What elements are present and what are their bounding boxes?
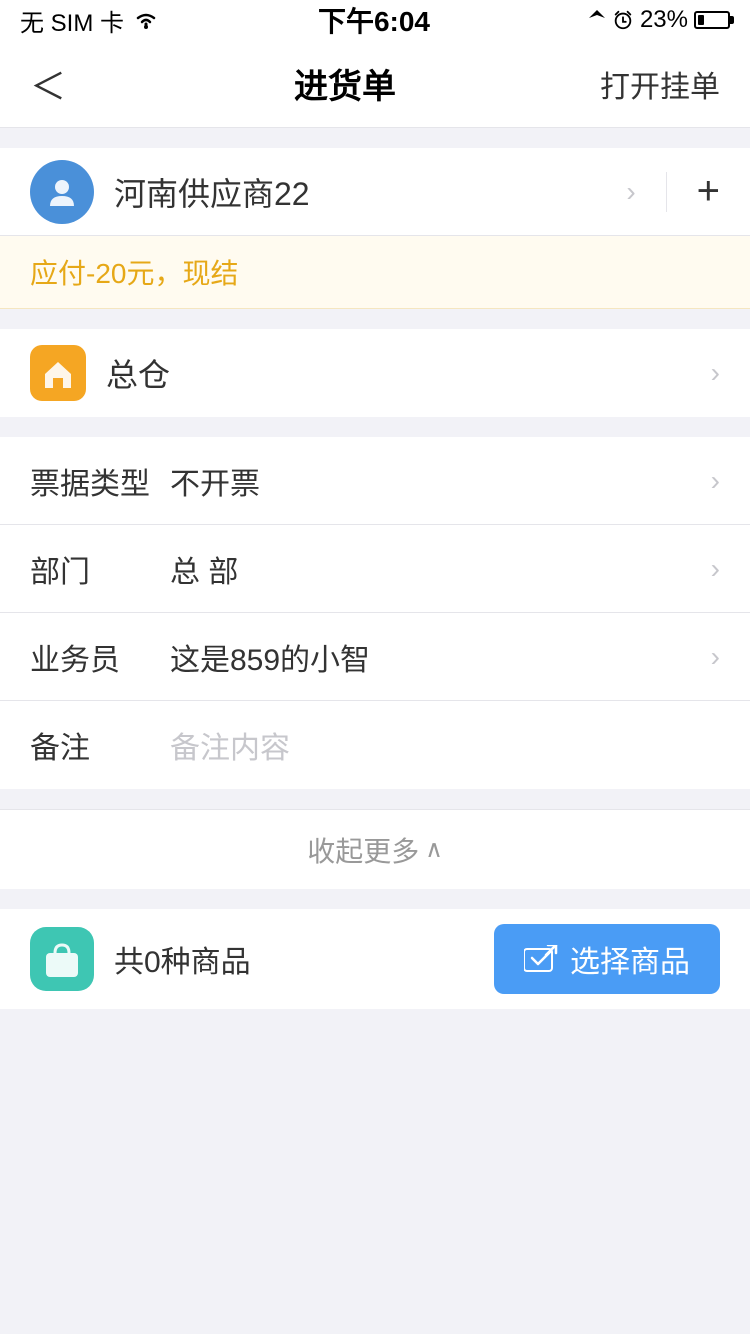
bottom-bar: 共0种商品 选择商品: [0, 909, 750, 1009]
warehouse-row[interactable]: 总仓 ›: [0, 329, 750, 417]
back-button[interactable]: ＜: [30, 58, 90, 110]
add-supplier-button[interactable]: +: [697, 169, 720, 214]
salesperson-row[interactable]: 业务员 这是859的小智 ›: [0, 613, 750, 701]
status-bar-right: 23%: [588, 6, 730, 34]
select-product-icon: [524, 945, 560, 973]
sim-label: 无 SIM 卡: [20, 3, 124, 38]
invoice-type-label: 票据类型: [30, 459, 170, 503]
status-bar-left: 无 SIM 卡: [20, 3, 160, 38]
department-value: 总 部: [170, 547, 711, 591]
notice-text: 应付-20元，现结: [30, 258, 238, 289]
person-icon: [46, 176, 78, 208]
invoice-type-row[interactable]: 票据类型 不开票 ›: [0, 437, 750, 525]
invoice-chevron-icon: ›: [711, 465, 720, 497]
select-product-label: 选择商品: [570, 937, 690, 981]
status-bar: 无 SIM 卡 下午6:04 23%: [0, 0, 750, 40]
alarm-icon: [612, 9, 634, 31]
product-count: 共0种商品: [114, 937, 494, 981]
supplier-chevron-icon: ›: [626, 176, 635, 208]
form-section: 票据类型 不开票 › 部门 总 部 › 业务员 这是859的小智 › 备注 备注…: [0, 437, 750, 789]
shopping-bag-icon: [42, 939, 82, 979]
warehouse-name: 总仓: [106, 350, 711, 396]
supplier-name: 河南供应商22: [114, 169, 626, 215]
remark-value: 备注内容: [170, 723, 720, 767]
battery-percent: 23%: [640, 6, 688, 34]
warehouse-icon: [30, 345, 86, 401]
department-label: 部门: [30, 547, 170, 591]
supplier-row[interactable]: 河南供应商22 › +: [0, 148, 750, 236]
nav-bar: ＜ 进货单 打开挂单: [0, 40, 750, 128]
notice-bar: 应付-20元，现结: [0, 236, 750, 309]
product-icon: [30, 927, 94, 991]
supplier-divider: [666, 172, 667, 212]
select-product-button[interactable]: 选择商品: [494, 924, 720, 994]
section-gap-2: [0, 309, 750, 329]
salesperson-chevron-icon: ›: [711, 641, 720, 673]
remark-label: 备注: [30, 723, 170, 767]
salesperson-label: 业务员: [30, 635, 170, 679]
collapse-text: 收起更多: [307, 830, 419, 870]
salesperson-value: 这是859的小智: [170, 635, 711, 679]
house-icon: [41, 356, 75, 390]
supplier-avatar: [30, 160, 94, 224]
department-row[interactable]: 部门 总 部 ›: [0, 525, 750, 613]
remark-row[interactable]: 备注 备注内容: [0, 701, 750, 789]
warehouse-chevron-icon: ›: [711, 357, 720, 389]
department-chevron-icon: ›: [711, 553, 720, 585]
collapse-bar[interactable]: 收起更多 ∧: [0, 809, 750, 889]
section-gap-1: [0, 128, 750, 148]
nav-title: 进货单: [294, 59, 396, 108]
collapse-icon: ∧: [425, 835, 443, 864]
location-icon: [588, 9, 606, 31]
status-bar-time: 下午6:04: [318, 0, 430, 40]
wifi-icon: [132, 10, 160, 30]
open-pending-button[interactable]: 打开挂单: [600, 62, 720, 106]
invoice-type-value: 不开票: [170, 459, 711, 503]
battery-icon: [694, 11, 730, 29]
